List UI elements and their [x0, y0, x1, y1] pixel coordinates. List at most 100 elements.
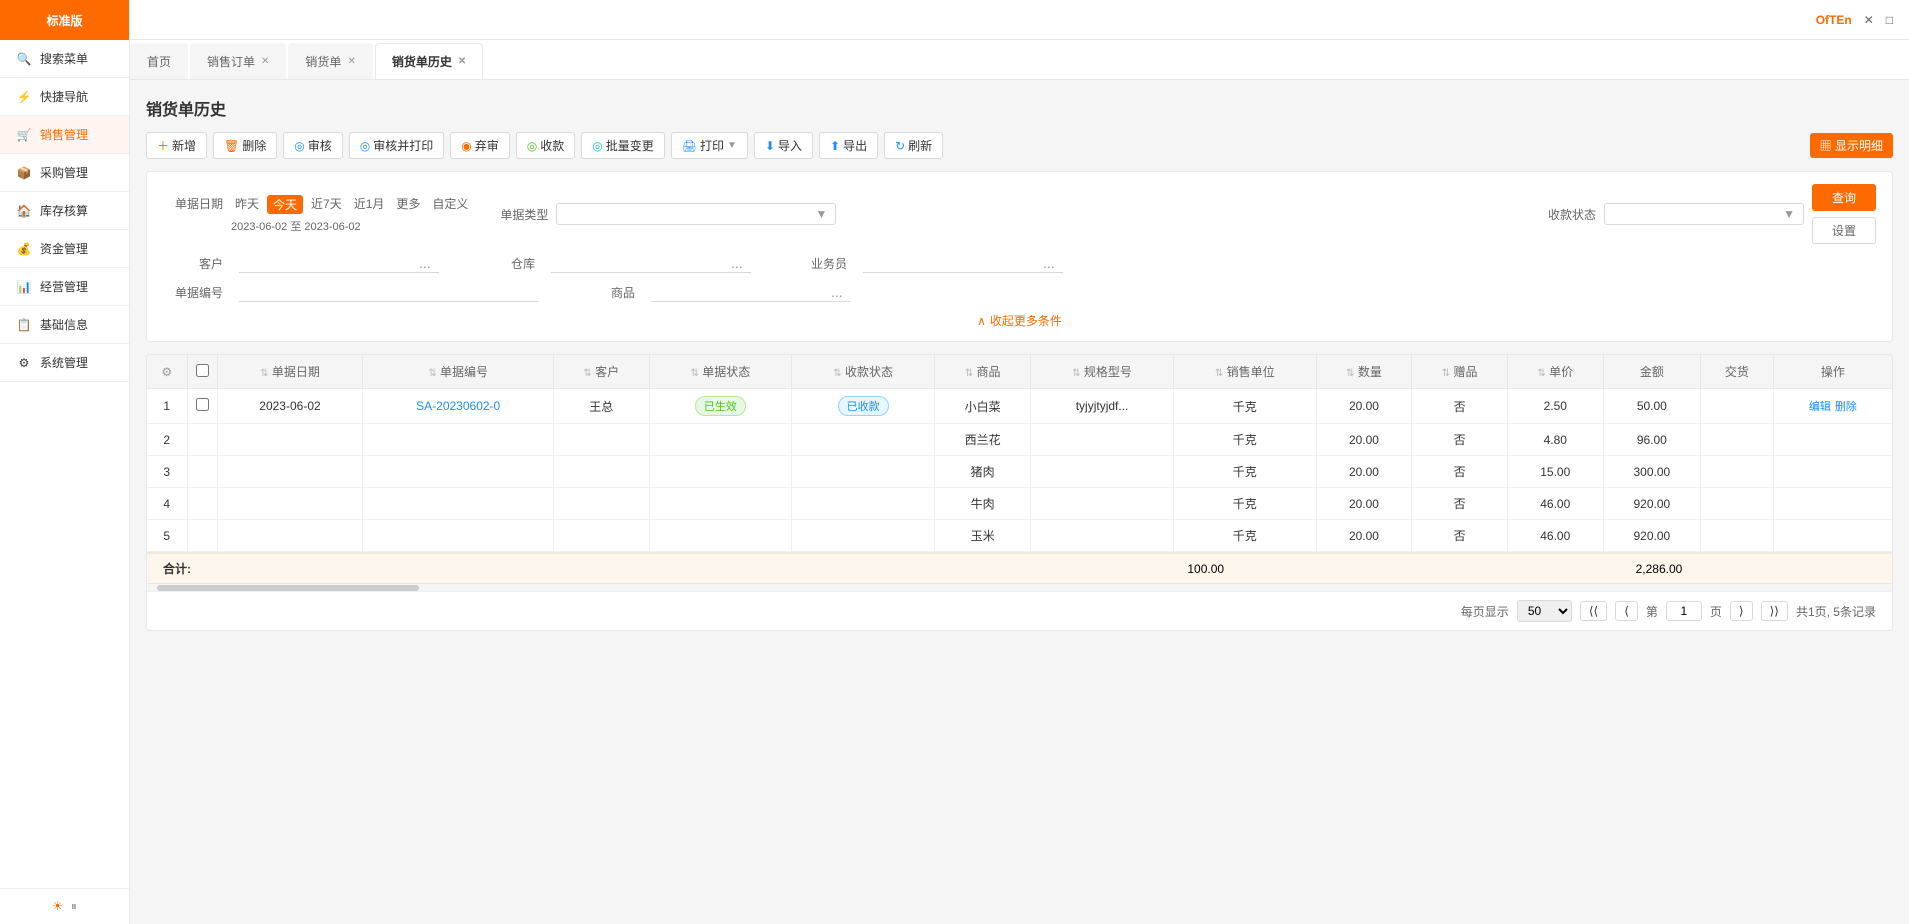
- col-payment-status[interactable]: ⇅ 收款状态: [792, 355, 935, 389]
- tab-sales-history[interactable]: 销货单历史 ✕: [375, 43, 483, 79]
- sidebar-item-inventory-calc[interactable]: 🏠 库存核算: [0, 192, 129, 230]
- sidebar-bottom-icon1[interactable]: ☀: [52, 899, 63, 914]
- prev-page-button[interactable]: ⟨: [1615, 601, 1638, 621]
- action-btn[interactable]: 编辑: [1809, 398, 1831, 414]
- staff-dots[interactable]: ...: [1043, 255, 1055, 271]
- col-customer[interactable]: ⇅ 客户: [553, 355, 649, 389]
- goods: 西兰花: [935, 424, 1031, 456]
- export-icon: ⬆: [830, 139, 840, 153]
- date-shortcut-last7[interactable]: 近7天: [307, 195, 346, 214]
- sort-icon: ⇅: [1215, 368, 1223, 379]
- date-shortcut-yesterday[interactable]: 昨天: [231, 195, 263, 214]
- row-checkbox[interactable]: [187, 456, 217, 488]
- query-button[interactable]: 查询: [1812, 184, 1876, 211]
- goods-input[interactable]: [651, 283, 831, 301]
- export-button[interactable]: ⬆ 导出: [819, 132, 878, 159]
- tab-sales-goods[interactable]: 销货单 ✕: [288, 43, 372, 79]
- doc-no[interactable]: SA-20230602-0: [363, 389, 553, 424]
- first-page-button[interactable]: ⟨⟨: [1580, 601, 1607, 621]
- sort-icon: ⇅: [1442, 368, 1450, 379]
- payment-status-badge: 已收款: [838, 396, 889, 416]
- table-settings-icon[interactable]: ⚙: [161, 365, 172, 379]
- new-button[interactable]: ＋ 新增: [146, 132, 207, 159]
- import-button[interactable]: ⬇ 导入: [754, 132, 813, 159]
- date-shortcut-custom[interactable]: 自定义: [428, 195, 472, 214]
- row-checkbox[interactable]: [187, 488, 217, 520]
- doc-type-select[interactable]: ▼: [556, 203, 836, 225]
- action-btn[interactable]: 删除: [1835, 398, 1857, 414]
- col-qty[interactable]: ⇅ 数量: [1316, 355, 1412, 389]
- tab-sales-goods-close[interactable]: ✕: [347, 56, 355, 67]
- tab-sales-history-close[interactable]: ✕: [458, 56, 466, 67]
- payment-status-select[interactable]: ▼: [1604, 203, 1804, 225]
- customer-input[interactable]: [239, 254, 419, 272]
- sidebar-item-sys-mgmt[interactable]: ⚙ 系统管理: [0, 344, 129, 382]
- tab-sales-order-close[interactable]: ✕: [261, 56, 269, 67]
- date-shortcuts: 昨天 今天 近7天 近1月 更多 自定义: [231, 195, 472, 214]
- sidebar-item-quick-nav[interactable]: ⚡ 快捷导航: [0, 78, 129, 116]
- doc-no[interactable]: [363, 456, 553, 488]
- sidebar-item-sales-mgmt[interactable]: 🛒 销售管理: [0, 116, 129, 154]
- header-expand-icon[interactable]: □: [1886, 13, 1893, 27]
- col-unit-price[interactable]: ⇅ 单价: [1507, 355, 1603, 389]
- delete-button[interactable]: 🗑 删除: [213, 132, 277, 159]
- qty: 20.00: [1316, 520, 1412, 552]
- customer-dots[interactable]: ...: [419, 255, 431, 271]
- warehouse-input[interactable]: [551, 254, 731, 272]
- goods-dots[interactable]: ...: [831, 284, 843, 300]
- sidebar-item-purchase-mgmt[interactable]: 📦 采购管理: [0, 154, 129, 192]
- doc-no[interactable]: [363, 520, 553, 552]
- col-sales-unit[interactable]: ⇅ 销售单位: [1173, 355, 1316, 389]
- batch-change-button[interactable]: ◎ 批量变更: [581, 132, 665, 159]
- warehouse-dots[interactable]: ...: [731, 255, 743, 271]
- col-checkbox[interactable]: [187, 355, 217, 389]
- abandon-button[interactable]: ◉ 弃审: [450, 132, 510, 159]
- tab-home[interactable]: 首页: [130, 43, 188, 79]
- doc-no[interactable]: [363, 488, 553, 520]
- summary-row: 合计: 100.00 2,286.00: [147, 552, 1892, 583]
- page-input[interactable]: [1666, 601, 1702, 621]
- col-doc-no[interactable]: ⇅ 单据编号: [363, 355, 553, 389]
- row-checkbox[interactable]: [187, 520, 217, 552]
- select-all-checkbox[interactable]: [196, 364, 209, 377]
- next-page-button[interactable]: ⟩: [1730, 601, 1753, 621]
- audit-print-button[interactable]: ◎ 审核并打印: [349, 132, 445, 159]
- doc-no-link[interactable]: SA-20230602-0: [416, 399, 500, 413]
- date-shortcut-more[interactable]: 更多: [392, 195, 424, 214]
- row-checkbox[interactable]: [187, 424, 217, 456]
- show-detail-button[interactable]: ▦ 显示明细: [1810, 133, 1893, 158]
- header-close-icon[interactable]: ✕: [1864, 13, 1874, 27]
- sidebar-item-basic-info[interactable]: 📋 基础信息: [0, 306, 129, 344]
- filter-area: 单据日期 昨天 今天 近7天 近1月 更多 自定义 2023-06-02 至 2…: [146, 171, 1893, 342]
- doc-no[interactable]: [363, 424, 553, 456]
- date-shortcut-today[interactable]: 今天: [267, 195, 303, 214]
- col-spec-model[interactable]: ⇅ 规格型号: [1031, 355, 1174, 389]
- tab-sales-order[interactable]: 销售订单 ✕: [190, 43, 286, 79]
- col-doc-date[interactable]: ⇅ 单据日期: [217, 355, 363, 389]
- sidebar-item-fund-mgmt[interactable]: 💰 资金管理: [0, 230, 129, 268]
- collect-button[interactable]: ◎ 收款: [516, 132, 576, 159]
- refresh-button[interactable]: ↻ 刷新: [884, 132, 943, 159]
- doc-status: [649, 488, 792, 520]
- col-gift[interactable]: ⇅ 赠品: [1412, 355, 1508, 389]
- sidebar-item-ops-mgmt[interactable]: 📊 经营管理: [0, 268, 129, 306]
- sidebar-bottom-icon2[interactable]: ⏸: [71, 899, 77, 914]
- date-shortcuts-area: 昨天 今天 近7天 近1月 更多 自定义 2023-06-02 至 2023-0…: [231, 195, 472, 234]
- unit-price: 46.00: [1507, 488, 1603, 520]
- col-goods[interactable]: ⇅ 商品: [935, 355, 1031, 389]
- col-settings[interactable]: ⚙: [147, 355, 187, 389]
- set-button[interactable]: 设置: [1812, 217, 1876, 244]
- date-shortcut-last1m[interactable]: 近1月: [350, 195, 389, 214]
- audit-button[interactable]: ◎ 审核: [283, 132, 343, 159]
- doc-no-input[interactable]: [239, 283, 539, 302]
- per-page-select[interactable]: 50 100 200: [1517, 600, 1572, 622]
- staff-input[interactable]: [863, 254, 1043, 272]
- table-row: 5玉米千克20.00否46.00920.00: [147, 520, 1892, 552]
- scrollbar-thumb[interactable]: [157, 585, 419, 591]
- sidebar-item-search-menu[interactable]: 🔍 搜索菜单: [0, 40, 129, 78]
- print-button[interactable]: 🖨 打印 ▼: [671, 132, 748, 159]
- collapse-button[interactable]: ∧ 收起更多条件: [163, 312, 1876, 329]
- row-checkbox[interactable]: [187, 389, 217, 424]
- col-doc-status[interactable]: ⇅ 单据状态: [649, 355, 792, 389]
- last-page-button[interactable]: ⟩⟩: [1761, 601, 1788, 621]
